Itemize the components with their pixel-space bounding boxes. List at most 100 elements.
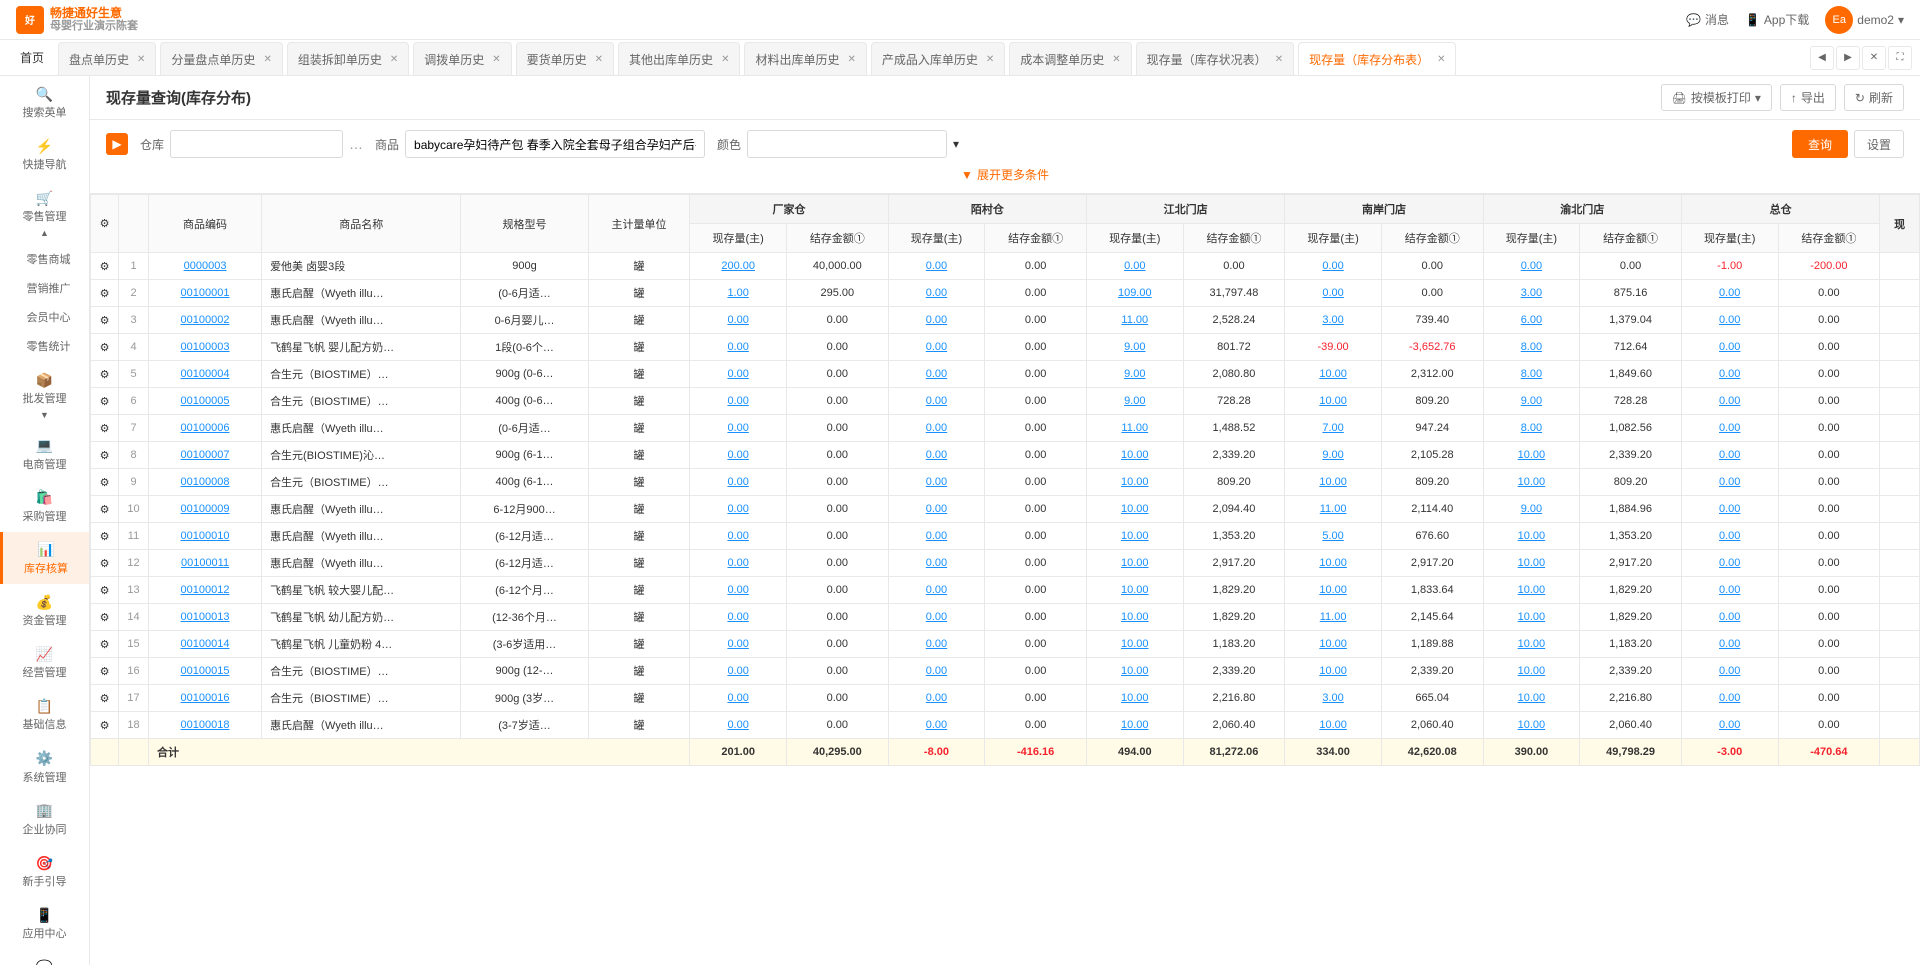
tab-close-all[interactable]: ✕ (1862, 46, 1886, 70)
cell-code[interactable]: 00100010 (149, 523, 262, 550)
cell-jiangbei-qty[interactable]: 109.00 (1087, 280, 1184, 307)
cell-mucun-qty[interactable]: 0.00 (888, 253, 985, 280)
cell-total-qty[interactable]: 0.00 (1681, 577, 1778, 604)
cell-changjiacao-qty[interactable]: 0.00 (690, 361, 787, 388)
cell-total-qty[interactable]: 0.00 (1681, 469, 1778, 496)
cell-changjiacao-qty[interactable]: 0.00 (690, 334, 787, 361)
sidebar-item-appstore[interactable]: 📱 应用中心 (0, 897, 89, 949)
sidebar-item-member[interactable]: 会员中心 (0, 304, 89, 333)
cell-changjiacao-qty[interactable]: 0.00 (690, 658, 787, 685)
tab-material-out[interactable]: 材料出库单历史 ✕ (744, 42, 866, 76)
cell-mucun-qty[interactable]: 0.00 (888, 334, 985, 361)
cell-settings[interactable]: ⚙ (91, 604, 119, 631)
sidebar-item-basic[interactable]: 📋 基础信息 (0, 688, 89, 740)
tab-home[interactable]: 首页 (8, 40, 56, 76)
cell-code[interactable]: 00100014 (149, 631, 262, 658)
cell-jiangbei-qty[interactable]: 9.00 (1087, 334, 1184, 361)
cell-mucun-qty[interactable]: 0.00 (888, 604, 985, 631)
cell-mucun-qty[interactable]: 0.00 (888, 712, 985, 739)
cell-settings[interactable]: ⚙ (91, 361, 119, 388)
tab-close[interactable]: ✕ (847, 54, 855, 65)
cell-nanan-qty[interactable]: 7.00 (1285, 415, 1382, 442)
cell-changjiacao-qty[interactable]: 0.00 (690, 577, 787, 604)
cell-settings[interactable]: ⚙ (91, 631, 119, 658)
tab-stocktake[interactable]: 盘点单历史 ✕ (58, 42, 156, 76)
cell-settings[interactable]: ⚙ (91, 388, 119, 415)
cell-code[interactable]: 00100008 (149, 469, 262, 496)
cell-changjiacao-qty[interactable]: 0.00 (690, 442, 787, 469)
cell-nanan-qty[interactable]: 10.00 (1285, 361, 1382, 388)
cell-jiangbei-qty[interactable]: 10.00 (1087, 685, 1184, 712)
sidebar-item-nav[interactable]: ⚡ 快捷导航 (0, 128, 89, 180)
cell-yubei-qty[interactable]: 9.00 (1483, 388, 1580, 415)
cell-total-qty[interactable]: 0.00 (1681, 685, 1778, 712)
cell-settings[interactable]: ⚙ (91, 496, 119, 523)
cell-total-qty[interactable]: 0.00 (1681, 307, 1778, 334)
cell-changjiacao-qty[interactable]: 0.00 (690, 631, 787, 658)
cell-settings[interactable]: ⚙ (91, 685, 119, 712)
cell-total-qty[interactable]: 0.00 (1681, 631, 1778, 658)
cell-settings[interactable]: ⚙ (91, 550, 119, 577)
cell-yubei-qty[interactable]: 10.00 (1483, 523, 1580, 550)
cell-total-qty[interactable]: 0.00 (1681, 523, 1778, 550)
cell-settings[interactable]: ⚙ (91, 577, 119, 604)
sidebar-item-purchase[interactable]: 🛍️ 采购管理 (0, 480, 89, 532)
cell-yubei-qty[interactable]: 10.00 (1483, 712, 1580, 739)
cell-yubei-qty[interactable]: 8.00 (1483, 415, 1580, 442)
cell-changjiacao-qty[interactable]: 1.00 (690, 280, 787, 307)
cell-settings[interactable]: ⚙ (91, 334, 119, 361)
cell-mucun-qty[interactable]: 0.00 (888, 685, 985, 712)
cell-yubei-qty[interactable]: 10.00 (1483, 685, 1580, 712)
cell-code[interactable]: 00100003 (149, 334, 262, 361)
cell-code[interactable]: 0000003 (149, 253, 262, 280)
tab-close[interactable]: ✕ (1437, 54, 1445, 65)
cell-settings[interactable]: ⚙ (91, 442, 119, 469)
cell-jiangbei-qty[interactable]: 10.00 (1087, 442, 1184, 469)
cell-settings[interactable]: ⚙ (91, 280, 119, 307)
cell-changjiacao-qty[interactable]: 0.00 (690, 496, 787, 523)
cell-changjiacao-qty[interactable]: 0.00 (690, 550, 787, 577)
tab-close[interactable]: ✕ (1275, 54, 1283, 65)
cell-yubei-qty[interactable]: 10.00 (1483, 577, 1580, 604)
cell-nanan-qty[interactable]: 10.00 (1285, 469, 1382, 496)
cell-changjiacao-qty[interactable]: 0.00 (690, 415, 787, 442)
sidebar-item-ecommerce[interactable]: 💻 电商管理 (0, 428, 89, 480)
refresh-btn[interactable]: ↻ 刷新 (1844, 84, 1904, 111)
cell-total-qty[interactable]: -1.00 (1681, 253, 1778, 280)
cell-code[interactable]: 00100013 (149, 604, 262, 631)
cell-yubei-qty[interactable]: 3.00 (1483, 280, 1580, 307)
print-btn[interactable]: 🖨 按模板打印 ▾ (1661, 84, 1772, 111)
cell-mucun-qty[interactable]: 0.00 (888, 280, 985, 307)
cell-code[interactable]: 00100006 (149, 415, 262, 442)
cell-total-qty[interactable]: 0.00 (1681, 604, 1778, 631)
query-button[interactable]: 查询 (1792, 130, 1848, 158)
cell-jiangbei-qty[interactable]: 10.00 (1087, 550, 1184, 577)
goods-input[interactable] (405, 130, 705, 158)
cell-code[interactable]: 00100016 (149, 685, 262, 712)
cell-total-qty[interactable]: 0.00 (1681, 442, 1778, 469)
cell-yubei-qty[interactable]: 6.00 (1483, 307, 1580, 334)
cell-settings[interactable]: ⚙ (91, 712, 119, 739)
cell-mucun-qty[interactable]: 0.00 (888, 307, 985, 334)
cell-yubei-qty[interactable]: 10.00 (1483, 469, 1580, 496)
cell-nanan-qty[interactable]: 10.00 (1285, 658, 1382, 685)
cell-mucun-qty[interactable]: 0.00 (888, 415, 985, 442)
cell-total-qty[interactable]: 0.00 (1681, 361, 1778, 388)
tab-combo[interactable]: 组装拆卸单历史 ✕ (287, 42, 409, 76)
cell-changjiacao-qty[interactable]: 0.00 (690, 604, 787, 631)
cell-total-qty[interactable]: 0.00 (1681, 280, 1778, 307)
cell-settings[interactable]: ⚙ (91, 415, 119, 442)
cell-mucun-qty[interactable]: 0.00 (888, 523, 985, 550)
collapse-btn[interactable]: ▶ (106, 133, 128, 155)
cell-changjiacao-qty[interactable]: 0.00 (690, 712, 787, 739)
tab-close[interactable]: ✕ (721, 54, 729, 65)
warehouse-ellipsis[interactable]: … (349, 136, 363, 152)
cell-nanan-qty[interactable]: 10.00 (1285, 550, 1382, 577)
cell-nanan-qty[interactable]: 3.00 (1285, 685, 1382, 712)
sidebar-item-marketing[interactable]: 营销推广 (0, 275, 89, 304)
cell-jiangbei-qty[interactable]: 10.00 (1087, 712, 1184, 739)
cell-nanan-qty[interactable]: 0.00 (1285, 253, 1382, 280)
cell-settings[interactable]: ⚙ (91, 253, 119, 280)
cell-yubei-qty[interactable]: 0.00 (1483, 253, 1580, 280)
cell-total-qty[interactable]: 0.00 (1681, 658, 1778, 685)
